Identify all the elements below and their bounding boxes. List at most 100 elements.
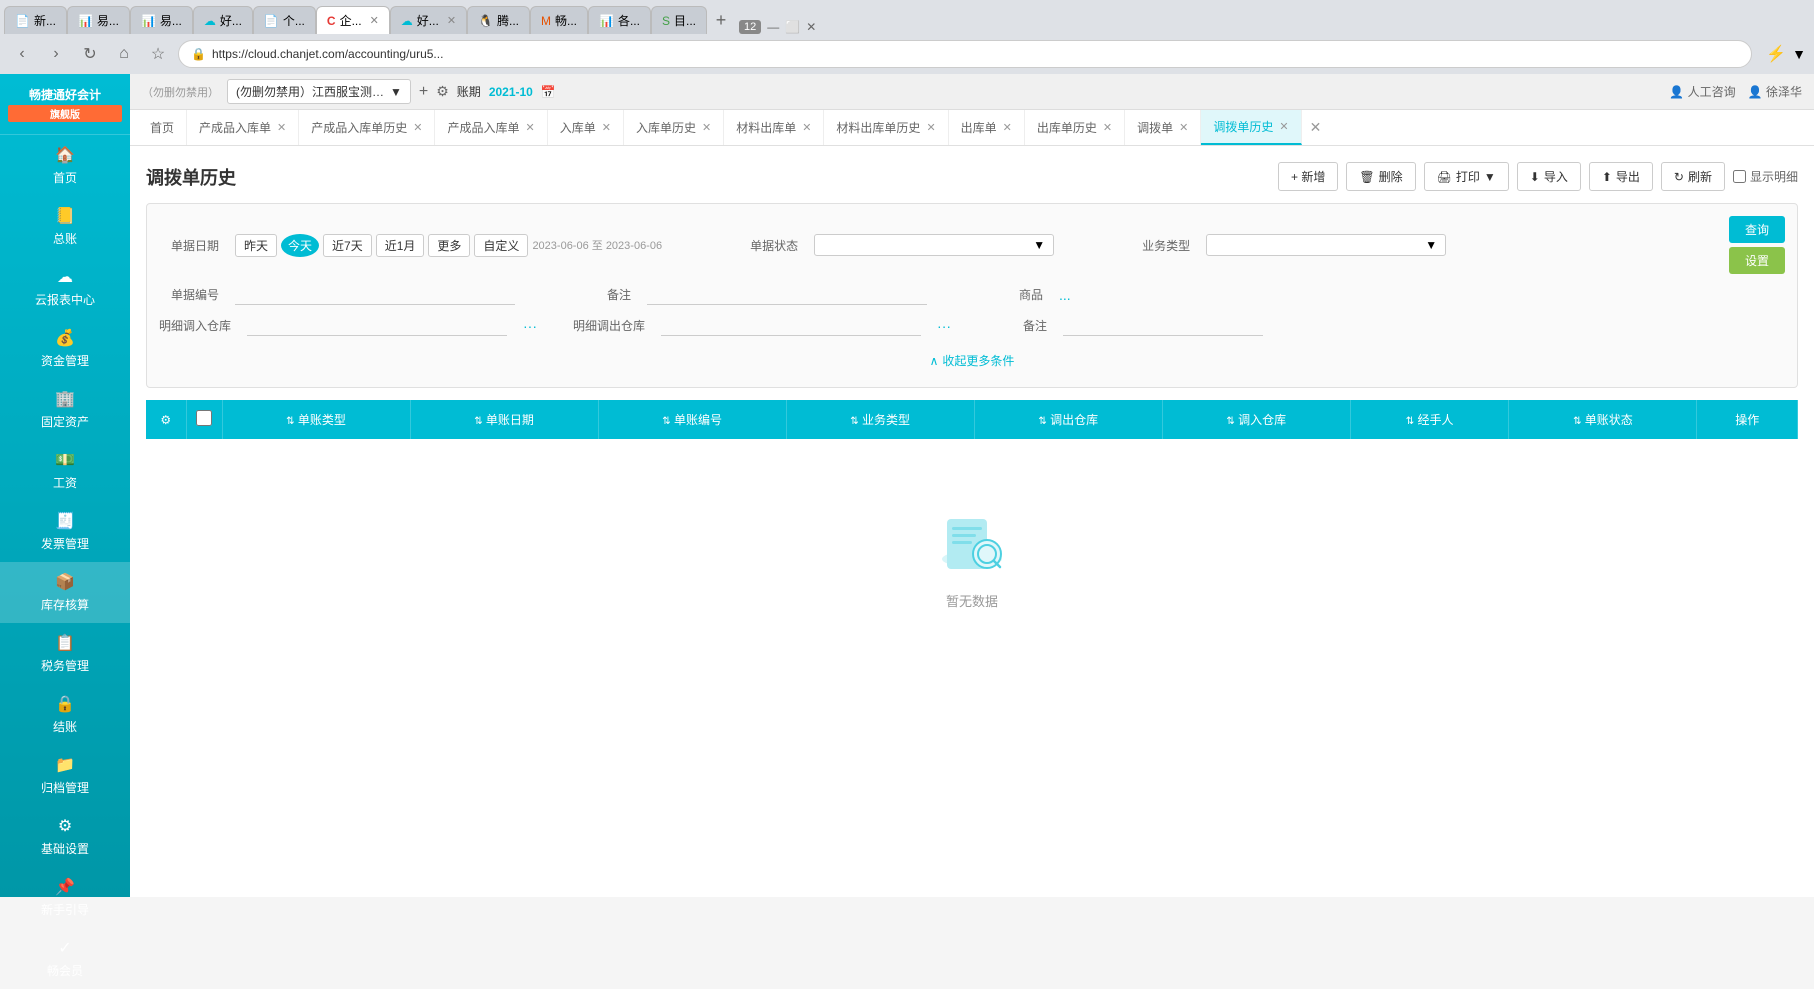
page-tab-transfer-history[interactable]: 调拨单历史 ✕ xyxy=(1201,110,1301,145)
page-tab-material-out[interactable]: 材料出库单 ✕ xyxy=(724,110,824,145)
sidebar-item-finance[interactable]: 💰 资金管理 xyxy=(0,318,130,379)
extensions-icon[interactable]: ⚡ xyxy=(1766,44,1786,64)
company-selector[interactable]: (勿删勿禁用）江西服宝测试专用 ▼ xyxy=(227,79,411,104)
select-all-checkbox[interactable] xyxy=(196,410,212,426)
detail-out-input[interactable] xyxy=(661,315,921,336)
detail-in-select-btn[interactable]: ··· xyxy=(523,318,537,334)
browser-tab-5[interactable]: 📄 个... xyxy=(253,6,316,34)
biztype-select[interactable]: ▼ xyxy=(1206,234,1446,256)
date-7days-btn[interactable]: 近7天 xyxy=(323,234,372,257)
user-link[interactable]: 👤 徐泽华 xyxy=(1748,83,1802,100)
doc-no-input[interactable] xyxy=(235,284,515,305)
page-tab-home[interactable]: 首页 xyxy=(138,110,187,145)
date-more-btn[interactable]: 更多 xyxy=(428,234,470,257)
page-tab-material-out-history-close[interactable]: ✕ xyxy=(926,121,935,134)
new-btn[interactable]: + 新增 xyxy=(1278,162,1338,191)
setting-btn[interactable]: 设置 xyxy=(1729,247,1785,274)
sidebar-item-settings[interactable]: ⚙ 基础设置 xyxy=(0,806,130,867)
bookmark-button[interactable]: ☆ xyxy=(144,40,172,68)
sidebar-item-home[interactable]: 🏠 首页 xyxy=(0,135,130,196)
page-tab-transfer[interactable]: 调拨单 ✕ xyxy=(1125,110,1201,145)
sidebar-item-inventory[interactable]: 📦 库存核算 xyxy=(0,562,130,623)
service-link[interactable]: 👤 人工咨询 xyxy=(1669,83,1735,100)
table-settings-icon[interactable]: ⚙ xyxy=(160,413,171,427)
page-tab-product-in2-close[interactable]: ✕ xyxy=(526,121,535,134)
browser-tab-6[interactable]: C 企... ✕ xyxy=(316,6,390,34)
browser-tab-11[interactable]: S 目... xyxy=(651,6,707,34)
forward-button[interactable]: › xyxy=(42,40,70,68)
page-tab-out-history[interactable]: 出库单历史 ✕ xyxy=(1025,110,1125,145)
col-doc-no[interactable]: ⇅ 单账编号 xyxy=(598,400,786,439)
page-tab-material-out-history[interactable]: 材料出库单历史 ✕ xyxy=(824,110,948,145)
page-tab-in-history[interactable]: 入库单历史 ✕ xyxy=(624,110,724,145)
home-button[interactable]: ⌂ xyxy=(110,40,138,68)
col-in-warehouse[interactable]: ⇅ 调入仓库 xyxy=(1162,400,1350,439)
close-all-tabs-btn[interactable]: ✕ xyxy=(1310,119,1322,136)
remark2-input[interactable] xyxy=(1063,315,1263,336)
page-tab-material-out-close[interactable]: ✕ xyxy=(802,121,811,134)
sidebar-item-invoice[interactable]: 🧾 发票管理 xyxy=(0,501,130,562)
import-btn[interactable]: ⬇ 导入 xyxy=(1517,162,1581,191)
sidebar-item-payroll[interactable]: 💵 工资 xyxy=(0,440,130,501)
query-btn[interactable]: 查询 xyxy=(1729,216,1785,243)
detail-in-input[interactable] xyxy=(247,315,507,336)
browser-tab-7[interactable]: ☁ 好... ✕ xyxy=(390,6,467,34)
sidebar-item-member[interactable]: ✓ 畅会员 xyxy=(0,928,130,989)
page-tab-transfer-history-close[interactable]: ✕ xyxy=(1279,120,1288,133)
date-today-btn[interactable]: 今天 xyxy=(281,234,319,257)
date-yesterday-btn[interactable]: 昨天 xyxy=(235,234,277,257)
browser-close[interactable]: ✕ xyxy=(806,20,816,34)
browser-tab-7-close[interactable]: ✕ xyxy=(447,14,456,27)
page-tab-out-order-close[interactable]: ✕ xyxy=(1003,121,1012,134)
col-biz-type[interactable]: ⇅ 业务类型 xyxy=(786,400,974,439)
browser-tab-3[interactable]: 📊 易... xyxy=(130,6,193,34)
browser-tab-10[interactable]: 📊 各... xyxy=(588,6,651,34)
col-gear[interactable]: ⚙ xyxy=(146,400,186,439)
page-tab-product-in-close[interactable]: ✕ xyxy=(277,121,286,134)
col-out-warehouse[interactable]: ⇅ 调出仓库 xyxy=(974,400,1162,439)
refresh-btn[interactable]: ↻ 刷新 xyxy=(1661,162,1725,191)
page-tab-out-order[interactable]: 出库单 ✕ xyxy=(949,110,1025,145)
remark-input[interactable] xyxy=(647,284,927,305)
page-tab-in-order[interactable]: 入库单 ✕ xyxy=(548,110,624,145)
browser-tab-1[interactable]: 📄 新... xyxy=(4,6,67,34)
sidebar-item-archive[interactable]: 📁 归档管理 xyxy=(0,745,130,806)
browser-minimize[interactable]: — xyxy=(767,20,779,34)
sidebar-item-ledger[interactable]: 📒 总账 xyxy=(0,196,130,257)
new-tab-button[interactable]: + xyxy=(707,6,735,34)
goods-select-btn[interactable]: ... xyxy=(1059,287,1071,303)
browser-tab-8[interactable]: 🐧 腾... xyxy=(467,6,530,34)
page-tab-product-in-history[interactable]: 产成品入库单历史 ✕ xyxy=(299,110,435,145)
col-doc-status[interactable]: ⇅ 单账状态 xyxy=(1509,400,1697,439)
print-btn[interactable]: 🖨 打印 ▼ xyxy=(1424,162,1509,191)
collapse-btn[interactable]: ∧ 收起更多条件 xyxy=(159,346,1785,375)
browser-tab-2[interactable]: 📊 易... xyxy=(67,6,130,34)
col-checkbox[interactable] xyxy=(186,400,222,439)
page-tab-transfer-close[interactable]: ✕ xyxy=(1179,121,1188,134)
sidebar-item-closing[interactable]: 🔒 结账 xyxy=(0,684,130,745)
date-custom-btn[interactable]: 自定义 xyxy=(474,234,528,257)
address-bar[interactable]: 🔒 https://cloud.chanjet.com/accounting/u… xyxy=(178,40,1752,68)
add-company-btn[interactable]: + xyxy=(419,83,428,101)
settings-gear-icon[interactable]: ⚙ xyxy=(436,83,449,100)
sidebar-item-assets[interactable]: 🏢 固定资产 xyxy=(0,379,130,440)
page-tab-out-history-close[interactable]: ✕ xyxy=(1103,121,1112,134)
calendar-icon[interactable]: 📅 xyxy=(541,85,556,99)
detail-out-select-btn[interactable]: ··· xyxy=(937,318,951,334)
page-tab-product-in-history-close[interactable]: ✕ xyxy=(413,121,422,134)
col-doc-type[interactable]: ⇅ 单账类型 xyxy=(222,400,410,439)
browser-tab-6-close[interactable]: ✕ xyxy=(370,14,379,27)
back-button[interactable]: ‹ xyxy=(8,40,36,68)
export-btn[interactable]: ⬆ 导出 xyxy=(1589,162,1653,191)
reload-button[interactable]: ↻ xyxy=(76,40,104,68)
profile-icon[interactable]: ▼ xyxy=(1792,46,1806,62)
page-tab-in-order-close[interactable]: ✕ xyxy=(602,121,611,134)
sidebar-item-reports[interactable]: ☁ 云报表中心 xyxy=(0,257,130,318)
sidebar-item-guide[interactable]: 📌 新手引导 xyxy=(0,867,130,928)
page-tab-in-history-close[interactable]: ✕ xyxy=(702,121,711,134)
page-tab-product-in[interactable]: 产成品入库单 ✕ xyxy=(187,110,299,145)
col-doc-date[interactable]: ⇅ 单账日期 xyxy=(410,400,598,439)
delete-btn[interactable]: 🗑 删除 xyxy=(1346,162,1415,191)
browser-tab-9[interactable]: M 畅... xyxy=(530,6,588,34)
show-cols-checkbox[interactable] xyxy=(1733,170,1746,183)
